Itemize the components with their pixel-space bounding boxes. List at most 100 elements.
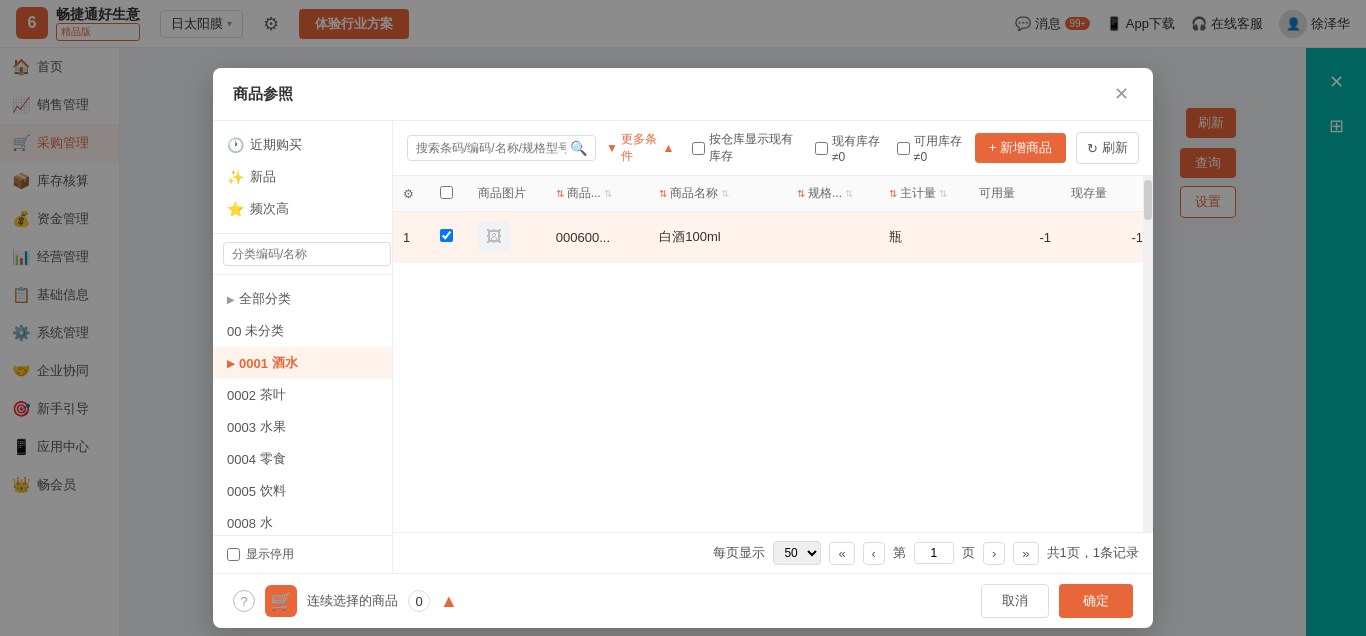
selection-count-badge: 0 <box>408 590 430 612</box>
category-item-00[interactable]: 00 未分类 <box>213 315 392 347</box>
warehouse-stock-checkbox[interactable] <box>692 142 705 155</box>
select-all-checkbox[interactable] <box>440 186 453 199</box>
per-page-select[interactable]: 50 <box>773 541 821 565</box>
product-image-placeholder: 🖼 <box>478 221 510 253</box>
category-item-0003[interactable]: 0003 水果 <box>213 411 392 443</box>
first-page-button[interactable]: « <box>829 542 854 565</box>
cat-name-0005: 饮料 <box>260 482 286 500</box>
cancel-button[interactable]: 取消 <box>981 584 1049 618</box>
footer-right: 取消 确定 <box>981 584 1133 618</box>
tri-icon: ▶ <box>227 294 235 305</box>
th-code[interactable]: ⇅ 商品... <box>546 176 649 212</box>
help-icon[interactable]: ? <box>233 590 255 612</box>
cat-label-0008: 0008 <box>227 516 256 531</box>
category-item-0002[interactable]: 0002 茶叶 <box>213 379 392 411</box>
category-panel: 🕐 近期购买 ✨ 新品 ⭐ 频次高 🔍 <box>213 121 393 573</box>
row-checkbox[interactable] <box>430 212 468 263</box>
category-item-0008[interactable]: 0008 水 <box>213 507 392 535</box>
more-conditions-btn[interactable]: ▼ 更多条件 ▲ <box>606 131 674 165</box>
table-row[interactable]: 1 🖼 000600... 白酒100ml 瓶 -1 -1 <box>393 212 1153 263</box>
modal-header: 商品参照 ✕ <box>213 68 1153 121</box>
footer-left: ? 🛒 连续选择的商品 0 ▲ <box>233 585 458 617</box>
nonzero-stock-label: 现有库存≠0 <box>832 133 883 164</box>
th-unit[interactable]: ⇅ 主计量 <box>879 176 969 212</box>
th-check <box>430 176 468 212</box>
th-image: 商品图片 <box>468 176 546 212</box>
category-item-0005[interactable]: 0005 饮料 <box>213 475 392 507</box>
sort-arrow-unit: ⇅ <box>889 188 900 199</box>
quick-nav: 🕐 近期购买 ✨ 新品 ⭐ 频次高 <box>213 121 392 234</box>
new-products-nav[interactable]: ✨ 新品 <box>213 161 392 193</box>
all-categories-label: 全部分类 <box>239 290 291 308</box>
checkbox-warehouse-stock[interactable]: 按仓库显示现有库存 <box>692 131 800 165</box>
filter-icon: ▼ <box>606 141 618 155</box>
category-search: 🔍 <box>213 234 392 275</box>
table-scrollbar[interactable] <box>1143 176 1153 532</box>
confirm-button[interactable]: 确定 <box>1059 584 1133 618</box>
row-index: 1 <box>393 212 430 263</box>
row-name: 白酒100ml <box>649 212 787 263</box>
filter-bar: 🔍 ▼ 更多条件 ▲ 按仓库显示现有库存 <box>393 121 1153 176</box>
checkbox-nonzero-available[interactable]: 可用库存≠0 <box>897 133 965 164</box>
star-icon: ⭐ <box>227 201 244 217</box>
page-total: 共1页，1条记录 <box>1047 544 1139 562</box>
show-disabled-label: 显示停用 <box>246 546 294 563</box>
cat-code-0001: 0001 <box>239 356 268 371</box>
new-icon: ✨ <box>227 169 244 185</box>
nonzero-available-checkbox[interactable] <box>897 142 910 155</box>
category-search-input[interactable] <box>223 242 391 266</box>
cat-label-0002: 0002 <box>227 388 256 403</box>
cat-label-0003: 0003 <box>227 420 256 435</box>
row-stock: -1 <box>1061 212 1153 263</box>
add-product-button[interactable]: + 新增商品 <box>975 133 1066 163</box>
next-page-button[interactable]: › <box>983 542 1005 565</box>
show-disabled-checkbox[interactable] <box>227 548 240 561</box>
new-label: 新品 <box>250 168 276 186</box>
refresh-icon: ↻ <box>1087 141 1098 156</box>
all-categories-item[interactable]: ▶ 全部分类 <box>213 283 392 315</box>
last-page-button[interactable]: » <box>1013 542 1038 565</box>
refresh-button[interactable]: ↻ 刷新 <box>1076 132 1139 164</box>
sort-arrow-code: ⇅ <box>556 188 567 199</box>
per-page-label: 每页显示 <box>713 544 765 562</box>
cart-icon-button[interactable]: 🛒 <box>265 585 297 617</box>
filter-checkboxes: 按仓库显示现有库存 现有库存≠0 可用库存≠0 <box>692 131 964 165</box>
page-number-input[interactable] <box>914 542 954 564</box>
refresh-label: 刷新 <box>1102 139 1128 157</box>
cat-name-0003: 水果 <box>260 418 286 436</box>
product-search-input[interactable] <box>416 141 566 155</box>
product-search-icon[interactable]: 🔍 <box>570 140 587 156</box>
frequent-label: 频次高 <box>250 200 289 218</box>
modal-footer: ? 🛒 连续选择的商品 0 ▲ 取消 确定 <box>213 573 1153 628</box>
nonzero-available-label: 可用库存≠0 <box>914 133 965 164</box>
collapse-footer-icon[interactable]: ▲ <box>440 591 458 612</box>
nonzero-stock-checkbox[interactable] <box>815 142 828 155</box>
warehouse-stock-label: 按仓库显示现有库存 <box>709 131 800 165</box>
th-settings: ⚙ <box>393 176 430 212</box>
product-panel: 🔍 ▼ 更多条件 ▲ 按仓库显示现有库存 <box>393 121 1153 573</box>
th-name[interactable]: ⇅ 商品名称 <box>649 176 787 212</box>
clock-icon: 🕐 <box>227 137 244 153</box>
tri-active-icon: ▶ <box>227 358 235 369</box>
recent-label: 近期购买 <box>250 136 302 154</box>
prev-page-button[interactable]: ‹ <box>863 542 885 565</box>
recent-purchases-nav[interactable]: 🕐 近期购买 <box>213 129 392 161</box>
th-available: 可用量 <box>969 176 1061 212</box>
category-item-0004[interactable]: 0004 零食 <box>213 443 392 475</box>
category-list: ▶ 全部分类 00 未分类 ▶ 0001 酒水 0002 茶叶 <box>213 275 392 535</box>
th-stock: 现存量 <box>1061 176 1153 212</box>
checkbox-nonzero-stock[interactable]: 现有库存≠0 <box>815 133 883 164</box>
cat-label-0005: 0005 <box>227 484 256 499</box>
product-search-box: 🔍 <box>407 135 596 161</box>
close-modal-button[interactable]: ✕ <box>1109 82 1133 106</box>
frequent-nav[interactable]: ⭐ 频次高 <box>213 193 392 225</box>
cat-name-00: 未分类 <box>245 322 284 340</box>
category-item-0001[interactable]: ▶ 0001 酒水 <box>213 347 392 379</box>
row-select-checkbox[interactable] <box>440 229 453 242</box>
pagination-bar: 每页显示 50 « ‹ 第 页 › » 共1页，1条记录 <box>393 532 1153 573</box>
sort-arrow-name: ⇅ <box>659 188 670 199</box>
continuous-label: 连续选择的商品 <box>307 592 398 610</box>
cat-name-0002: 茶叶 <box>260 386 286 404</box>
th-spec[interactable]: ⇅ 规格... <box>787 176 879 212</box>
page-label: 第 <box>893 544 906 562</box>
